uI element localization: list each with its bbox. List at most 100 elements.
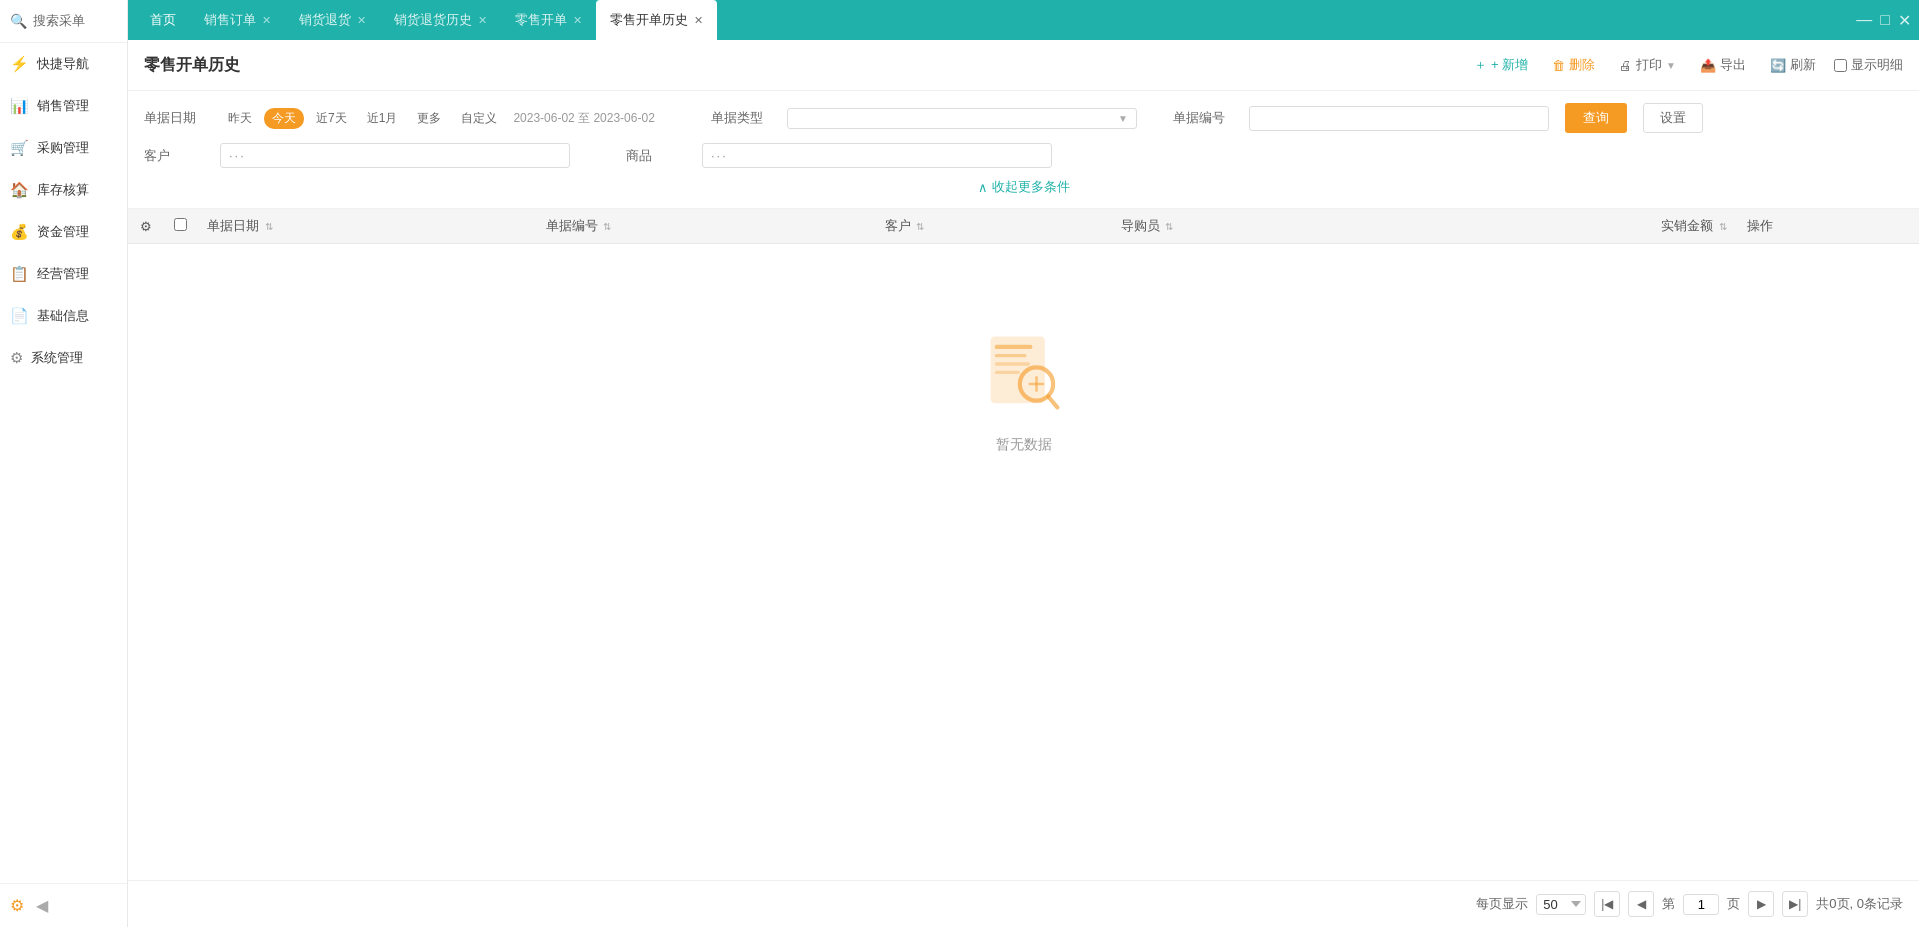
svg-rect-2 [994, 354, 1026, 357]
page-title: 零售开单历史 [144, 55, 240, 76]
empty-state: 暂无数据 [128, 244, 1919, 534]
date-7days-btn[interactable]: 近7天 [308, 108, 355, 129]
th-customer-label: 客户 [885, 218, 911, 233]
gear-settings-icon[interactable]: ⚙ [140, 219, 152, 234]
settings-gear-icon[interactable]: ⚙ [10, 896, 24, 915]
export-button[interactable]: 📤 导出 [1694, 52, 1752, 78]
svg-rect-4 [994, 371, 1019, 374]
tab-close-retail-open[interactable]: ✕ [573, 14, 582, 27]
th-amount[interactable]: 实销金额 ⇅ [1398, 209, 1737, 244]
date-more-btn[interactable]: 更多 [409, 108, 449, 129]
filter-row-2: 客户 ··· 商品 ··· [144, 143, 1903, 168]
sales-mgmt-icon: 📊 [10, 97, 29, 115]
date-yesterday-btn[interactable]: 昨天 [220, 108, 260, 129]
th-amount-label: 实销金额 [1661, 218, 1713, 233]
sidebar-collapse-icon[interactable]: ◀ [36, 896, 48, 915]
sidebar-label-sales-mgmt: 销售管理 [37, 97, 89, 115]
toolbar: ＋ + 新增 🗑 删除 🖨 打印 ▼ 📤 导出 🔄 [1468, 52, 1903, 78]
table-body: 暂无数据 [128, 244, 1919, 535]
inventory-icon: 🏠 [10, 181, 29, 199]
window-maximize-btn[interactable]: □ [1880, 11, 1890, 29]
table-header: ⚙ 单据日期 ⇅ 单据编号 ⇅ [128, 209, 1919, 244]
add-button[interactable]: ＋ + 新增 [1468, 52, 1534, 78]
next-page-btn[interactable]: ▶ [1748, 891, 1774, 917]
no-sort-icon: ⇅ [603, 221, 611, 232]
prev-page-btn[interactable]: ◀ [1628, 891, 1654, 917]
date-custom-btn[interactable]: 自定义 [453, 108, 505, 129]
customer-input[interactable]: ··· [220, 143, 570, 168]
tab-retail-history[interactable]: 零售开单历史 ✕ [596, 0, 717, 40]
svg-rect-1 [994, 345, 1032, 349]
search-menu-item[interactable]: 🔍 搜索采单 [0, 0, 127, 43]
date-sort-icon: ⇅ [265, 221, 273, 232]
tab-close-sales-return[interactable]: ✕ [357, 14, 366, 27]
per-page-label: 每页显示 [1476, 895, 1528, 913]
sidebar-label-purchase-mgmt: 采购管理 [37, 139, 89, 157]
first-page-btn[interactable]: |◀ [1594, 891, 1620, 917]
date-today-btn[interactable]: 今天 [264, 108, 304, 129]
delete-icon: 🗑 [1552, 58, 1565, 73]
doc-type-dropdown-icon: ▼ [1118, 113, 1128, 124]
tab-sales-order[interactable]: 销售订单 ✕ [190, 0, 285, 40]
empty-illustration [974, 324, 1074, 424]
th-salesperson[interactable]: 导购员 ⇅ [1111, 209, 1398, 244]
tab-close-sales-return-history[interactable]: ✕ [478, 14, 487, 27]
doc-type-select[interactable]: ▼ [787, 108, 1137, 129]
sidebar-item-inventory[interactable]: 🏠 库存核算 [0, 169, 127, 211]
sidebar-item-operation[interactable]: 📋 经营管理 [0, 253, 127, 295]
refresh-icon: 🔄 [1770, 58, 1786, 73]
query-button[interactable]: 查询 [1565, 103, 1627, 133]
sidebar-item-finance[interactable]: 💰 资金管理 [0, 211, 127, 253]
setting-button[interactable]: 设置 [1643, 103, 1703, 133]
delete-label: 删除 [1569, 56, 1595, 74]
filter-row-1: 单据日期 昨天 今天 近7天 近1月 更多 自定义 2023-06-02 至 2… [144, 103, 1903, 133]
sidebar-item-purchase-mgmt[interactable]: 🛒 采购管理 [0, 127, 127, 169]
select-all-checkbox[interactable] [174, 218, 187, 231]
product-input[interactable]: ··· [702, 143, 1052, 168]
tab-bar-right: — □ ✕ [1856, 11, 1911, 30]
collapse-label: 收起更多条件 [992, 178, 1070, 196]
sidebar: 🔍 搜索采单 ⚡ 快捷导航 📊 销售管理 🛒 采购管理 🏠 库存核算 💰 资金管… [0, 0, 128, 927]
system-mgmt-icon: ⚙ [10, 349, 23, 367]
doc-no-label: 单据编号 [1173, 109, 1233, 127]
delete-button[interactable]: 🗑 删除 [1546, 52, 1601, 78]
content-area: 零售开单历史 ＋ + 新增 🗑 删除 🖨 打印 ▼ 📤 导出 [128, 40, 1919, 927]
refresh-button[interactable]: 🔄 刷新 [1764, 52, 1822, 78]
customer-sort-icon: ⇅ [916, 221, 924, 232]
display-cols-label: 显示明细 [1851, 56, 1903, 74]
filter-area: 单据日期 昨天 今天 近7天 近1月 更多 自定义 2023-06-02 至 2… [128, 91, 1919, 209]
refresh-label: 刷新 [1790, 56, 1816, 74]
th-customer[interactable]: 客户 ⇅ [875, 209, 1111, 244]
empty-row: 暂无数据 [128, 244, 1919, 535]
sidebar-item-system-mgmt[interactable]: ⚙ 系统管理 [0, 337, 127, 379]
display-cols-checkbox-label[interactable]: 显示明细 [1834, 56, 1903, 74]
doc-no-input[interactable] [1249, 106, 1549, 131]
display-cols-checkbox[interactable] [1834, 59, 1847, 72]
page-number-input[interactable] [1683, 894, 1719, 915]
per-page-select[interactable]: 50 10 20 100 [1536, 894, 1586, 915]
last-page-btn[interactable]: ▶| [1782, 891, 1808, 917]
tab-retail-open[interactable]: 零售开单 ✕ [501, 0, 596, 40]
page-header: 零售开单历史 ＋ + 新增 🗑 删除 🖨 打印 ▼ 📤 导出 [128, 40, 1919, 91]
sidebar-item-basic-info[interactable]: 📄 基础信息 [0, 295, 127, 337]
tab-sales-return[interactable]: 销货退货 ✕ [285, 0, 380, 40]
th-check[interactable] [164, 209, 197, 244]
collapse-btn[interactable]: ∧ 收起更多条件 [144, 178, 1903, 196]
finance-icon: 💰 [10, 223, 29, 241]
th-date[interactable]: 单据日期 ⇅ [197, 209, 536, 244]
th-no[interactable]: 单据编号 ⇅ [536, 209, 875, 244]
operation-icon: 📋 [10, 265, 29, 283]
tab-close-retail-history[interactable]: ✕ [694, 14, 703, 27]
tab-home[interactable]: 首页 [136, 11, 190, 29]
th-gear[interactable]: ⚙ [128, 209, 164, 244]
print-button[interactable]: 🖨 打印 ▼ [1613, 52, 1682, 78]
window-close-btn[interactable]: ✕ [1898, 11, 1911, 30]
sidebar-item-sales-mgmt[interactable]: 📊 销售管理 [0, 85, 127, 127]
pagination: 每页显示 50 10 20 100 |◀ ◀ 第 页 ▶ ▶| 共0页, 0条记… [128, 880, 1919, 927]
tab-close-sales-order[interactable]: ✕ [262, 14, 271, 27]
window-minimize-btn[interactable]: — [1856, 11, 1872, 29]
date-1month-btn[interactable]: 近1月 [359, 108, 406, 129]
sidebar-item-quick-nav[interactable]: ⚡ 快捷导航 [0, 43, 127, 85]
tab-sales-return-history[interactable]: 销货退货历史 ✕ [380, 0, 501, 40]
date-filter-buttons: 昨天 今天 近7天 近1月 更多 自定义 2023-06-02 至 2023-0… [220, 108, 655, 129]
